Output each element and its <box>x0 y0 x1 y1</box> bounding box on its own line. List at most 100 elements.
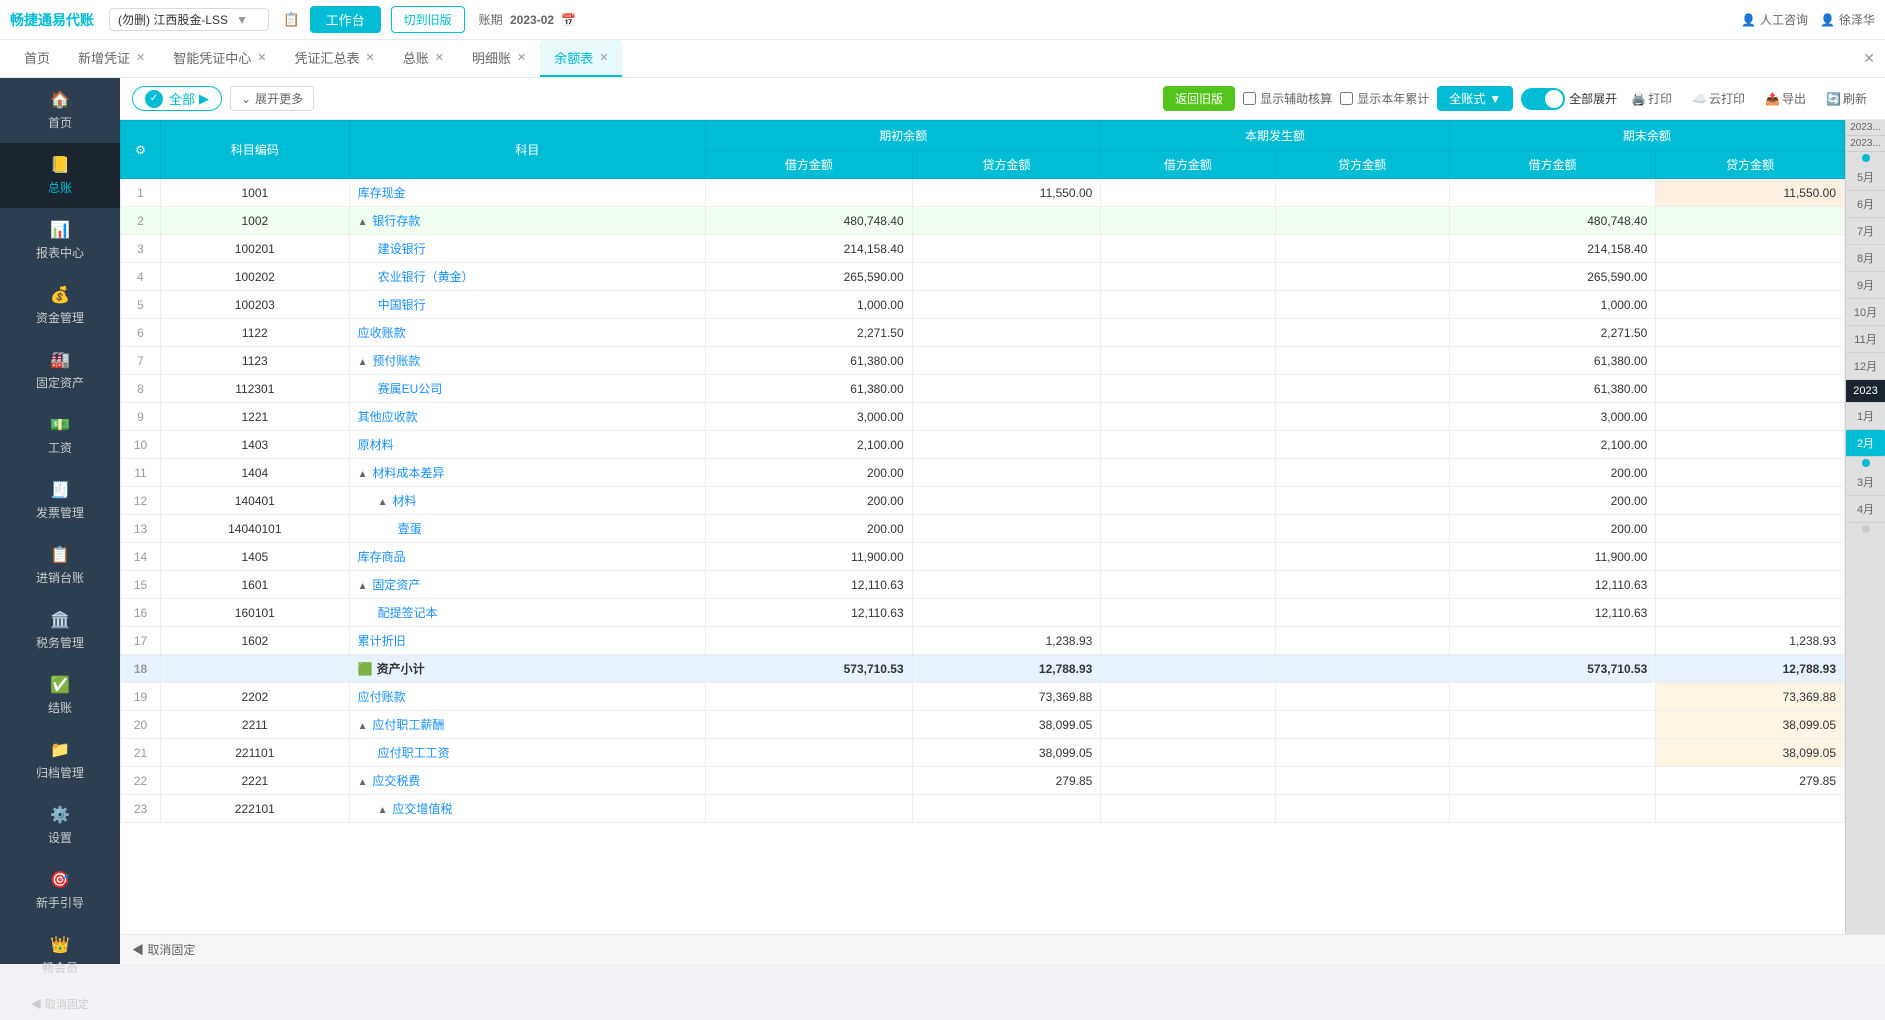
close-all-tabs[interactable]: ✕ <box>1863 50 1875 67</box>
row-name[interactable]: 应收账款 <box>349 319 705 347</box>
tab-smart-voucher[interactable]: 智能凭证中心 ✕ <box>159 40 280 77</box>
row-name-link[interactable]: 应交税费 <box>372 774 420 788</box>
cloud-print-button[interactable]: ☁️ 云打印 <box>1686 87 1751 110</box>
row-name[interactable]: ▲ 材料 <box>349 487 705 515</box>
month-7[interactable]: 7月 <box>1846 218 1885 245</box>
tab-detail[interactable]: 明细账 ✕ <box>458 40 540 77</box>
sidebar-item-guide[interactable]: 🎯 新手引导 <box>0 858 120 923</box>
sidebar-item-home[interactable]: 🏠 首页 <box>0 78 120 143</box>
row-name-link[interactable]: 配提签记本 <box>378 606 438 620</box>
row-name[interactable]: 赛属EU公司 <box>349 375 705 403</box>
workbench-button[interactable]: 工作台 <box>310 6 381 33</box>
sidebar-item-salary[interactable]: 💵 工资 <box>0 403 120 468</box>
row-name-link[interactable]: 应交增值税 <box>392 802 452 816</box>
row-name[interactable]: ▲ 银行存款 <box>349 207 705 235</box>
row-name-link[interactable]: 库存现金 <box>358 186 406 200</box>
sidebar-item-report[interactable]: 📊 报表中心 <box>0 208 120 273</box>
close-smart-voucher[interactable]: ✕ <box>257 51 266 64</box>
expand-row-icon[interactable]: ▲ <box>378 497 391 508</box>
tab-new-voucher[interactable]: 新增凭证 ✕ <box>64 40 159 77</box>
row-name-link[interactable]: 原材料 <box>358 438 394 452</box>
month-1[interactable]: 1月 <box>1846 403 1885 430</box>
expand-row-icon[interactable]: ▲ <box>358 469 371 480</box>
toggle-switch[interactable] <box>1521 88 1565 110</box>
month-8[interactable]: 8月 <box>1846 245 1885 272</box>
row-name[interactable]: ▲ 预付账款 <box>349 347 705 375</box>
sidebar-item-settings[interactable]: ⚙️ 设置 <box>0 793 120 858</box>
month-3[interactable]: 3月 <box>1846 469 1885 496</box>
row-name-link[interactable]: 壹蛋 <box>398 522 422 536</box>
month-10[interactable]: 10月 <box>1846 299 1885 326</box>
close-new-voucher[interactable]: ✕ <box>136 51 145 64</box>
tab-voucher-summary[interactable]: 凭证汇总表 ✕ <box>280 40 388 77</box>
sidebar-item-capital[interactable]: 💰 资金管理 <box>0 273 120 338</box>
sidebar-item-tax[interactable]: 🏛️ 税务管理 <box>0 598 120 663</box>
row-name[interactable]: 农业银行（黄金） <box>349 263 705 291</box>
row-name[interactable]: 库存商品 <box>349 543 705 571</box>
th-settings[interactable]: ⚙ <box>121 121 161 179</box>
row-name-link[interactable]: 农业银行（黄金） <box>378 270 474 284</box>
print-button[interactable]: 🖨️ 打印 <box>1625 87 1678 110</box>
tab-home[interactable]: 首页 <box>10 40 64 77</box>
month-12[interactable]: 12月 <box>1846 353 1885 380</box>
row-name[interactable]: 配提签记本 <box>349 599 705 627</box>
aux-checkbox-label[interactable]: 显示辅助核算 <box>1243 90 1332 107</box>
aux-checkbox[interactable] <box>1243 92 1256 105</box>
refresh-button[interactable]: 🔄 刷新 <box>1820 87 1873 110</box>
row-name[interactable]: ▲ 应交税费 <box>349 767 705 795</box>
close-detail[interactable]: ✕ <box>517 51 526 64</box>
row-name-link[interactable]: 材料 <box>392 494 416 508</box>
expand-row-icon[interactable]: ▲ <box>358 217 371 228</box>
company-selector[interactable]: (勿删) 江西股金-LSS ▼ <box>109 8 269 31</box>
month-11[interactable]: 11月 <box>1846 326 1885 353</box>
switch-version-button[interactable]: 切到旧版 <box>391 6 465 33</box>
row-name[interactable]: 应付职工工资 <box>349 739 705 767</box>
all-filter-button[interactable]: ✓ 全部 ▶ <box>132 86 222 111</box>
bottom-bar[interactable]: ◀ 取消固定 <box>120 934 1885 964</box>
row-name[interactable]: 壹蛋 <box>349 515 705 543</box>
row-name-link[interactable]: 建设银行 <box>378 242 426 256</box>
sidebar-item-purchase[interactable]: 📋 进销台账 <box>0 533 120 598</box>
export-button[interactable]: 📤 导出 <box>1759 87 1812 110</box>
expand-row-icon[interactable]: ▲ <box>358 721 371 732</box>
user-service[interactable]: 👤 人工咨询 <box>1741 11 1808 28</box>
sidebar-item-member[interactable]: 👑 畅会员 <box>0 923 120 988</box>
month-4[interactable]: 4月 <box>1846 496 1885 523</box>
row-name[interactable]: 其他应收款 <box>349 403 705 431</box>
row-name[interactable]: 应付账款 <box>349 683 705 711</box>
close-voucher-summary[interactable]: ✕ <box>366 51 375 64</box>
month-5[interactable]: 5月 <box>1846 164 1885 191</box>
row-name[interactable]: 累计折旧 <box>349 627 705 655</box>
row-name-link[interactable]: 银行存款 <box>372 214 420 228</box>
return-old-button[interactable]: 返回旧版 <box>1163 86 1235 111</box>
unpin-sidebar-button[interactable]: ◀ 取消固定 <box>0 988 120 1020</box>
row-name-link[interactable]: 赛属EU公司 <box>378 382 443 396</box>
row-name[interactable]: ▲ 应交增值税 <box>349 795 705 823</box>
expand-row-icon[interactable]: ▲ <box>358 581 371 592</box>
calendar-icon[interactable]: 📅 <box>561 13 576 27</box>
sidebar-item-ledger[interactable]: 📒 总账 <box>0 143 120 208</box>
ytd-checkbox[interactable] <box>1340 92 1353 105</box>
sidebar-item-invoice[interactable]: 🧾 发票管理 <box>0 468 120 533</box>
row-name[interactable]: ▲ 固定资产 <box>349 571 705 599</box>
sidebar-item-archive[interactable]: 📁 归档管理 <box>0 728 120 793</box>
row-name-link[interactable]: 库存商品 <box>358 550 406 564</box>
row-name-link[interactable]: 应付账款 <box>358 690 406 704</box>
sidebar-item-fixed[interactable]: 🏭 固定资产 <box>0 338 120 403</box>
row-name-link[interactable]: 固定资产 <box>372 578 420 592</box>
expand-row-icon[interactable]: ▲ <box>358 777 371 788</box>
row-name-link[interactable]: 中国银行 <box>378 298 426 312</box>
expand-row-icon[interactable]: ▲ <box>378 805 391 816</box>
tab-balance[interactable]: 余额表 ✕ <box>540 40 622 77</box>
balance-table-container[interactable]: ⚙ 科目编码 科目 期初余额 本期发生额 期末余额 借方金额 贷方金额 借方金额 <box>120 120 1845 934</box>
expand-more-button[interactable]: ⌄ 展开更多 <box>230 86 314 111</box>
row-name[interactable]: 建设银行 <box>349 235 705 263</box>
month-9[interactable]: 9月 <box>1846 272 1885 299</box>
row-name[interactable]: ▲ 应付职工薪酬 <box>349 711 705 739</box>
row-name-link[interactable]: 材料成本差异 <box>372 466 444 480</box>
row-name-link[interactable]: 其他应收款 <box>358 410 418 424</box>
tab-ledger[interactable]: 总账 ✕ <box>389 40 458 77</box>
row-name[interactable]: ▲ 材料成本差异 <box>349 459 705 487</box>
row-name-link[interactable]: 应收账款 <box>358 326 406 340</box>
ytd-checkbox-label[interactable]: 显示本年累计 <box>1340 90 1429 107</box>
